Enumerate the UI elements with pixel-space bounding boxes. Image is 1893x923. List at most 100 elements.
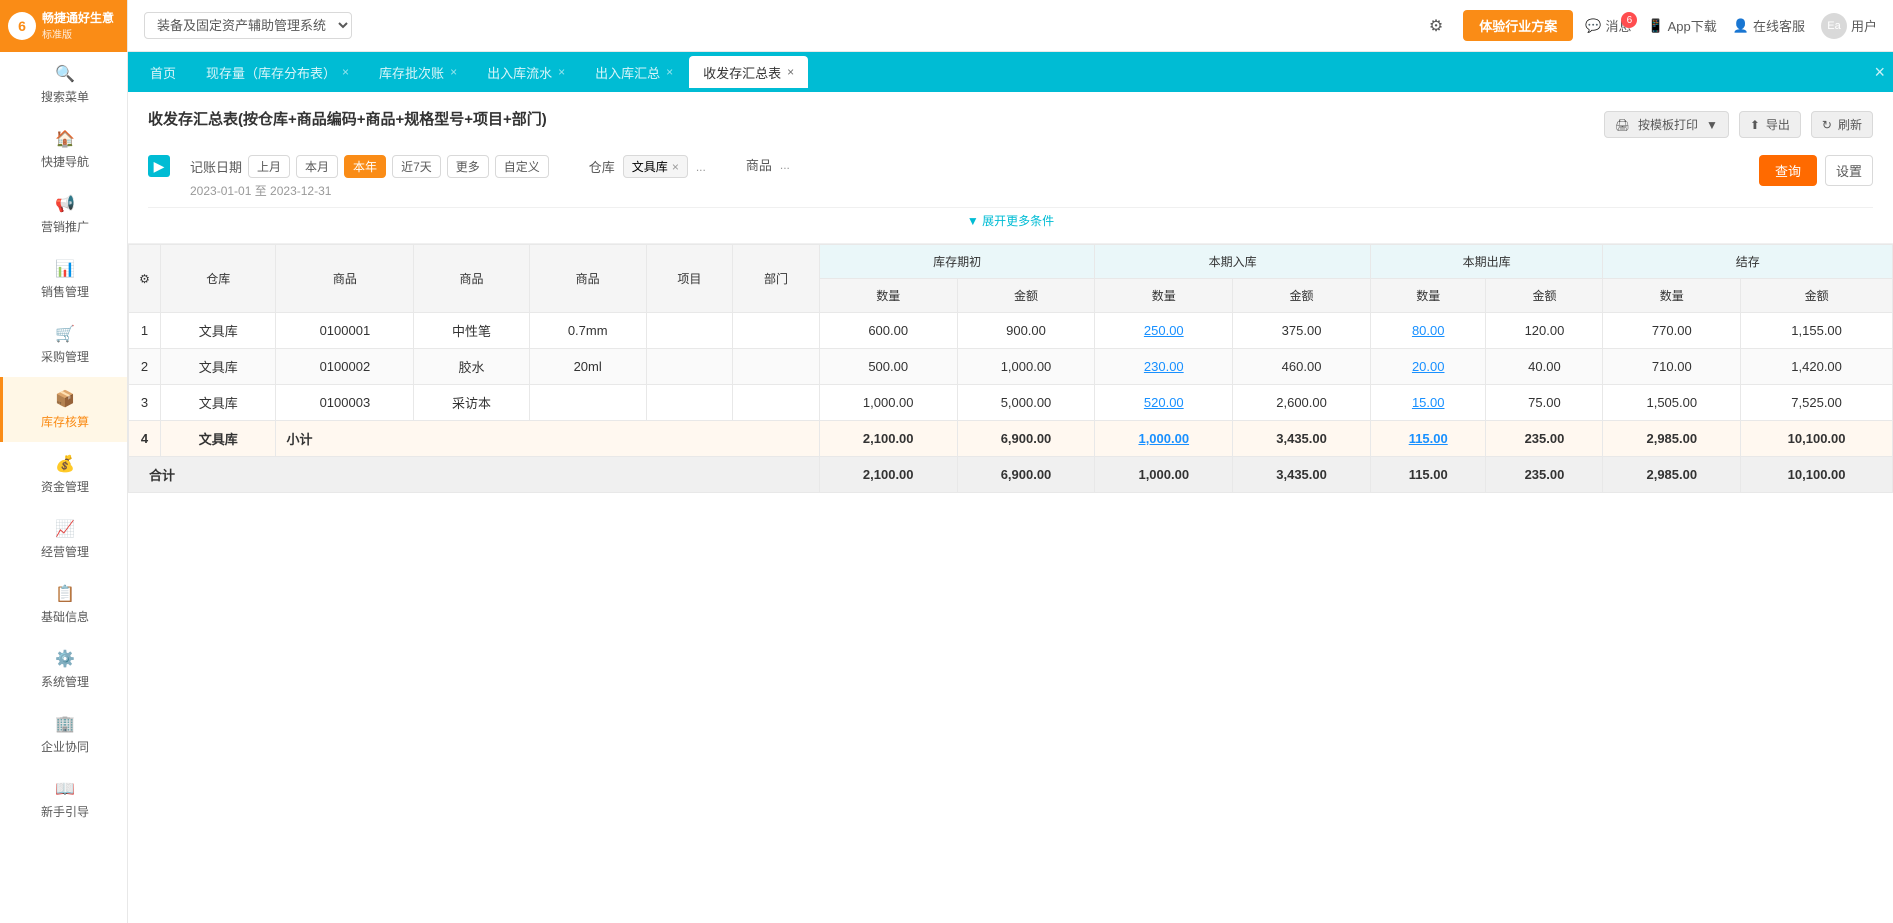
footer-out-amt: 235.00: [1486, 457, 1603, 493]
warehouse-value: 文具库: [632, 158, 668, 175]
footer-open-qty: 2,100.00: [819, 457, 957, 493]
table-settings-btn[interactable]: 设置: [1825, 155, 1873, 186]
message-btn[interactable]: 💬 消息 6: [1585, 16, 1631, 35]
sidebar-item-guide[interactable]: 📖 新手引导: [0, 767, 127, 832]
cell-goods-name: 采访本: [414, 385, 529, 421]
goods-label: 商品: [746, 155, 772, 174]
export-btn[interactable]: ⬆ 导出: [1739, 111, 1801, 138]
cell-goods-code: 0100001: [276, 313, 414, 349]
logo-text: 畅捷通好生意 标准版: [42, 11, 114, 42]
user-label: 用户: [1851, 16, 1877, 35]
tabbar-close-icon[interactable]: ×: [1874, 62, 1885, 83]
app-download-btn[interactable]: 📱 App下载: [1647, 16, 1716, 35]
cell-in-qty[interactable]: 230.00: [1095, 349, 1233, 385]
cell-out-qty[interactable]: 15.00: [1370, 385, 1486, 421]
footer-label: 合计: [129, 457, 820, 493]
sidebar-item-search[interactable]: 🔍 搜索菜单: [0, 52, 127, 117]
message-icon: 💬: [1585, 18, 1601, 34]
date-curr-btn[interactable]: 本月: [296, 155, 338, 178]
sidebar-item-quicknav[interactable]: 🏠 快捷导航: [0, 117, 127, 182]
date-more-btn[interactable]: 更多: [447, 155, 489, 178]
cell-out-qty[interactable]: 20.00: [1370, 349, 1486, 385]
cell-goods-spec: 0.7mm: [529, 313, 646, 349]
warehouse-tag-close[interactable]: ×: [672, 160, 679, 174]
business-icon: 📈: [55, 519, 75, 539]
footer-bal-amt: 10,100.00: [1741, 457, 1893, 493]
tab-recv-send-summary[interactable]: 收发存汇总表 ×: [689, 56, 808, 88]
tab-inout-flow-close[interactable]: ×: [558, 65, 565, 79]
app-download-label: App下载: [1668, 16, 1717, 35]
expand-btn[interactable]: ▼ 展开更多条件: [967, 212, 1054, 229]
subtotal-open-qty: 2,100.00: [819, 421, 957, 457]
warehouse-label: 仓库: [589, 157, 615, 176]
tab-batch-ledger-label: 库存批次账: [379, 63, 444, 82]
sidebar-item-inventory[interactable]: 📦 库存核算: [0, 377, 127, 442]
sidebar-item-system[interactable]: ⚙️ 系统管理: [0, 637, 127, 702]
goods-more[interactable]: ...: [780, 158, 790, 172]
online-service-btn[interactable]: 👤 在线客服: [1733, 16, 1805, 35]
cell-in-qty[interactable]: 250.00: [1095, 313, 1233, 349]
cell-out-qty[interactable]: 80.00: [1370, 313, 1486, 349]
sidebar-item-enterprise[interactable]: 🏢 企业协同: [0, 702, 127, 767]
date-custom-btn[interactable]: 自定义: [495, 155, 549, 178]
sidebar-item-business[interactable]: 📈 经营管理: [0, 507, 127, 572]
table-row: 3 文具库 0100003 采访本 1,000.00 5,000.00 520.…: [129, 385, 1893, 421]
guide-icon: 📖: [55, 779, 75, 799]
sidebar-logo: 6 畅捷通好生意 标准版: [0, 0, 127, 52]
topbar-system-title: 装备及固定资产辅助管理系统: [144, 12, 1409, 39]
tab-inout-flow[interactable]: 出入库流水 ×: [473, 56, 579, 88]
sidebar-item-label: 库存核算: [41, 413, 89, 430]
user-btn[interactable]: Ea 用户: [1821, 13, 1877, 39]
print-btn[interactable]: 🖨 按模板打印 ▼: [1604, 111, 1729, 138]
th-goods-name: 商品: [414, 245, 529, 313]
collapse-icon[interactable]: ▶: [148, 155, 170, 177]
purchase-icon: 🛒: [55, 324, 75, 344]
sidebar-item-label: 基础信息: [41, 608, 89, 625]
sidebar-item-purchase[interactable]: 🛒 采购管理: [0, 312, 127, 377]
subtotal-no: 4: [129, 421, 161, 457]
th-in-qty: 数量: [1095, 279, 1233, 313]
cell-no: 1: [129, 313, 161, 349]
avatar: Ea: [1821, 13, 1847, 39]
tab-inventory-dist[interactable]: 现存量（库存分布表） ×: [192, 56, 363, 88]
th-in-amt: 金额: [1233, 279, 1371, 313]
sidebar-item-finance[interactable]: 💰 资金管理: [0, 442, 127, 507]
refresh-btn[interactable]: ↻ 刷新: [1811, 111, 1873, 138]
filter-collapse-btn[interactable]: ▶: [148, 155, 170, 177]
sidebar-item-label: 系统管理: [41, 673, 89, 690]
th-settings[interactable]: ⚙: [129, 245, 161, 313]
date-prev-btn[interactable]: 上月: [248, 155, 290, 178]
tab-batch-ledger[interactable]: 库存批次账 ×: [365, 56, 471, 88]
cell-no: 3: [129, 385, 161, 421]
system-selector[interactable]: 装备及固定资产辅助管理系统: [144, 12, 352, 39]
cell-in-qty[interactable]: 520.00: [1095, 385, 1233, 421]
th-balance-group: 结存: [1603, 245, 1893, 279]
search-btn[interactable]: 查询: [1759, 155, 1817, 186]
cell-warehouse: 文具库: [161, 313, 276, 349]
sidebar-item-marketing[interactable]: 📢 营销推广: [0, 182, 127, 247]
system-icon: ⚙️: [55, 649, 75, 669]
gear-icon[interactable]: ⚙: [1421, 12, 1451, 40]
tab-home[interactable]: 首页: [136, 56, 190, 88]
phone-icon: 📱: [1647, 18, 1663, 34]
subtotal-in-qty: 1,000.00: [1095, 421, 1233, 457]
warehouse-tag: 文具库 ×: [623, 155, 688, 178]
subtotal-out-amt: 235.00: [1486, 421, 1603, 457]
tab-inout-summary-close[interactable]: ×: [666, 65, 673, 79]
sidebar-item-baseinfo[interactable]: 📋 基础信息: [0, 572, 127, 637]
tab-recv-send-summary-close[interactable]: ×: [787, 65, 794, 79]
cell-out-amt: 75.00: [1486, 385, 1603, 421]
sidebar-item-sales[interactable]: 📊 销售管理: [0, 247, 127, 312]
sidebar-item-label: 销售管理: [41, 283, 89, 300]
date-year-btn[interactable]: 本年: [344, 155, 386, 178]
trial-btn[interactable]: 体验行业方案: [1463, 10, 1573, 41]
tab-inout-summary[interactable]: 出入库汇总 ×: [581, 56, 687, 88]
tab-batch-ledger-close[interactable]: ×: [450, 65, 457, 79]
date-7days-btn[interactable]: 近7天: [392, 155, 441, 178]
cell-no: 2: [129, 349, 161, 385]
sidebar: 6 畅捷通好生意 标准版 🔍 搜索菜单 🏠 快捷导航 📢 营销推广 📊 销售管理…: [0, 0, 128, 923]
warehouse-more[interactable]: ...: [696, 160, 706, 174]
cell-dept: [733, 349, 820, 385]
tab-inventory-dist-close[interactable]: ×: [342, 65, 349, 79]
topbar: 装备及固定资产辅助管理系统 ⚙ 体验行业方案 💬 消息 6 📱 App下载 👤 …: [128, 0, 1893, 52]
